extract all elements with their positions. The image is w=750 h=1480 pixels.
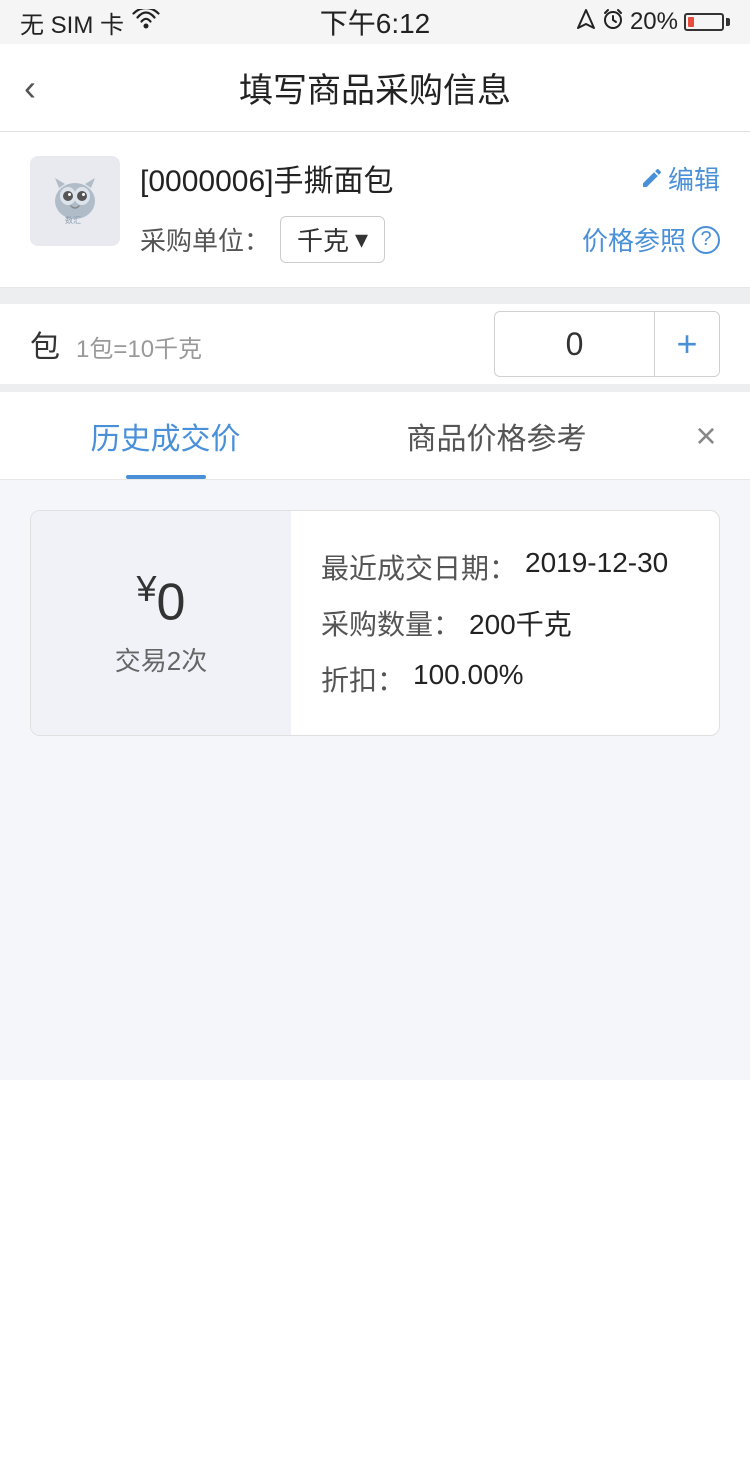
product-info: [0000006]手撕面包 编辑 采购单位： 千克 ▾ 价格参照 ? [140, 156, 720, 263]
product-card: 数汇 [0000006]手撕面包 编辑 采购单位： 千克 ▾ [0, 132, 750, 288]
product-name-row: [0000006]手撕面包 编辑 [140, 156, 720, 200]
tab-bar: 历史成交价 商品价格参考 × [0, 392, 750, 480]
unit-conversion-text: 1包=10千克 [76, 329, 202, 364]
status-right: 20% [576, 8, 730, 37]
purchase-qty-row: 采购数量： 200千克 [321, 603, 689, 643]
tab-history-label: 历史成交价 [91, 414, 241, 458]
status-left: 无 SIM 卡 [20, 5, 160, 40]
currency-symbol: ¥ [137, 568, 157, 609]
price-ref-help-icon: ? [692, 226, 720, 254]
history-price-value: ¥0 [137, 568, 186, 632]
wifi-icon [132, 8, 160, 36]
product-unit-row: 采购单位： 千克 ▾ 价格参照 ? [140, 216, 720, 263]
svg-text:数汇: 数汇 [65, 215, 81, 225]
tab-product-price-ref[interactable]: 商品价格参考 [331, 392, 662, 479]
discount-row: 折扣： 100.00% [321, 659, 689, 699]
edit-label: 编辑 [668, 160, 720, 197]
status-time: 下午6:12 [320, 2, 431, 42]
edit-button[interactable]: 编辑 [640, 160, 720, 197]
quantity-value[interactable]: 0 [495, 312, 655, 376]
panel-close-button[interactable]: × [662, 392, 750, 480]
product-image: 数汇 [45, 166, 105, 236]
empty-content-area [0, 1080, 750, 1480]
tab-reference-label: 商品价格参考 [407, 414, 587, 458]
status-bar: 无 SIM 卡 下午6:12 20% [0, 0, 750, 44]
recent-date-value: 2019-12-30 [525, 547, 668, 587]
nav-bar: ‹ 填写商品采购信息 [0, 44, 750, 132]
section-divider [0, 288, 750, 304]
discount-value: 100.00% [413, 659, 524, 699]
trade-count: 交易2次 [115, 641, 207, 678]
quantity-unit: 包 [30, 322, 60, 366]
unit-select-dropdown[interactable]: 千克 ▾ [280, 216, 385, 263]
battery-percent-text: 20% [630, 8, 678, 36]
quantity-row: 包 1包=10千克 0 + [0, 304, 750, 392]
recent-date-label: 最近成交日期： [321, 547, 517, 587]
price-reference-button[interactable]: 价格参照 ? [582, 221, 720, 258]
purchase-qty-value: 200千克 [469, 603, 572, 643]
location-icon [576, 8, 596, 37]
dropdown-arrow-icon: ▾ [355, 224, 368, 255]
product-thumbnail: 数汇 [30, 156, 120, 246]
tab-active-underline [126, 475, 206, 479]
battery-icon [684, 13, 730, 31]
discount-label: 折扣： [321, 659, 405, 699]
alarm-icon [602, 8, 624, 37]
quantity-unit-info: 包 1包=10千克 [30, 322, 202, 366]
no-sim-text: 无 SIM 卡 [20, 5, 124, 40]
history-details: 最近成交日期： 2019-12-30 采购数量： 200千克 折扣： 100.0… [291, 511, 719, 735]
history-card: ¥0 交易2次 最近成交日期： 2019-12-30 采购数量： 200千克 折… [30, 510, 720, 736]
product-name: [0000006]手撕面包 [140, 156, 393, 200]
quantity-plus-button[interactable]: + [655, 312, 719, 376]
quantity-input-group: 0 + [494, 311, 720, 377]
unit-label: 采购单位： 千克 ▾ [140, 216, 385, 263]
page-title: 填写商品采购信息 [239, 63, 511, 112]
history-price-summary: ¥0 交易2次 [31, 511, 291, 735]
purchase-qty-label: 采购数量： [321, 603, 461, 643]
tab-history-price[interactable]: 历史成交价 [0, 392, 331, 479]
back-button[interactable]: ‹ [24, 67, 36, 109]
price-history-panel: ¥0 交易2次 最近成交日期： 2019-12-30 采购数量： 200千克 折… [0, 480, 750, 1080]
recent-date-row: 最近成交日期： 2019-12-30 [321, 547, 689, 587]
